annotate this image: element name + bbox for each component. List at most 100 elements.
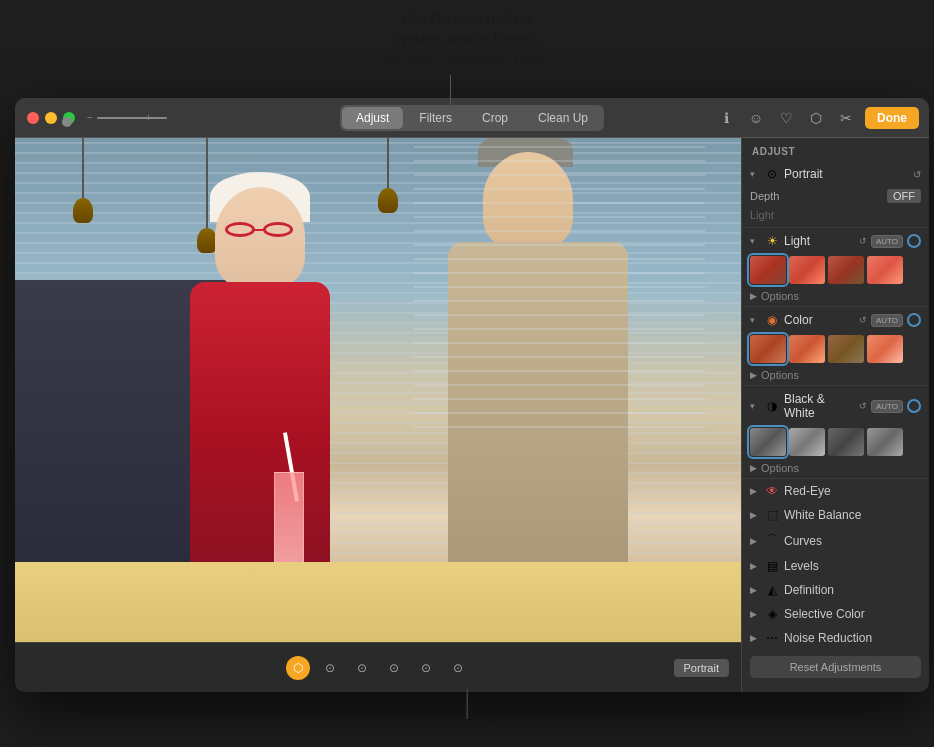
color-auto-badge[interactable]: AUTO xyxy=(871,314,903,327)
tool-2[interactable]: ⊙ xyxy=(350,656,374,680)
levels-item[interactable]: ▶ ▤ Levels xyxy=(742,554,929,578)
tooltip-text: Haz clic para realizarajustes, aplicar f… xyxy=(385,8,549,71)
curves-icon: ⌒ xyxy=(764,532,780,549)
tool-5[interactable]: ⊙ xyxy=(446,656,470,680)
bw-thumb-4[interactable] xyxy=(867,428,903,456)
light-options-label: Options xyxy=(761,290,799,302)
bw-controls: ↺ AUTO xyxy=(859,399,921,413)
reset-button[interactable]: Reset Adjustments xyxy=(750,656,921,678)
bw-title: Black & White xyxy=(784,392,855,420)
bw-thumb-2[interactable] xyxy=(789,428,825,456)
definition-item[interactable]: ▶ ◭ Definition xyxy=(742,578,929,602)
portrait-section-header[interactable]: ▾ ⊙ Portrait ↺ xyxy=(742,161,929,187)
light-reset-icon[interactable]: ↺ xyxy=(859,236,867,246)
bw-options-chevron-icon: ▶ xyxy=(750,463,757,473)
bw-options-row[interactable]: ▶ Options xyxy=(742,460,929,478)
light-title: Light xyxy=(784,234,855,248)
close-button[interactable] xyxy=(27,112,39,124)
tool-1[interactable]: ⊙ xyxy=(318,656,342,680)
portrait-section: ▾ ⊙ Portrait ↺ Depth OFF Light xyxy=(742,161,929,228)
lamp-3 xyxy=(378,138,398,213)
selective-color-item[interactable]: ▶ ◈ Selective Color xyxy=(742,602,929,626)
slider-thumb xyxy=(62,117,72,127)
definition-label: Definition xyxy=(784,583,921,597)
red-eye-item[interactable]: ▶ 👁 Red-Eye xyxy=(742,479,929,503)
light-thumb-2[interactable] xyxy=(789,256,825,284)
minimize-button[interactable] xyxy=(45,112,57,124)
slider-track xyxy=(97,117,167,119)
white-balance-item[interactable]: ▶ ⬚ White Balance xyxy=(742,503,929,527)
definition-chevron-icon: ▶ xyxy=(750,585,760,595)
light-auto-badge[interactable]: AUTO xyxy=(871,235,903,248)
woman-figure xyxy=(160,202,360,582)
portrait-reset-icon[interactable]: ↺ xyxy=(913,169,921,180)
window-blinds xyxy=(414,138,704,440)
light-thumb-4[interactable] xyxy=(867,256,903,284)
bw-thumb-1[interactable] xyxy=(750,428,786,456)
tool-3[interactable]: ⊙ xyxy=(382,656,406,680)
color-thumb-3[interactable] xyxy=(828,335,864,363)
light-section: ▾ ☀ Light ↺ AUTO xyxy=(742,228,929,307)
light-options-row[interactable]: ▶ Options xyxy=(742,288,929,306)
color-icon: ◉ xyxy=(764,313,780,327)
light-toggle[interactable] xyxy=(907,234,921,248)
portrait-title: Portrait xyxy=(784,167,909,181)
depth-value[interactable]: OFF xyxy=(887,189,921,203)
color-thumb-2[interactable] xyxy=(789,335,825,363)
portrait-light-label: Light xyxy=(742,207,929,227)
photo-container xyxy=(15,138,741,642)
curves-chevron-icon: ▶ xyxy=(750,536,760,546)
color-reset-icon[interactable]: ↺ xyxy=(859,315,867,325)
panel-header: ADJUST xyxy=(742,138,929,161)
levels-label: Levels xyxy=(784,559,921,573)
color-section: ▾ ◉ Color ↺ AUTO xyxy=(742,307,929,386)
table-surface xyxy=(15,562,741,642)
bw-section-header[interactable]: ▾ ◑ Black & White ↺ AUTO xyxy=(742,386,929,426)
noise-reduction-item[interactable]: ▶ ⋯ Noise Reduction xyxy=(742,626,929,650)
light-thumb-1[interactable] xyxy=(750,256,786,284)
light-section-header[interactable]: ▾ ☀ Light ↺ AUTO xyxy=(742,228,929,254)
light-controls: ↺ AUTO xyxy=(859,234,921,248)
light-chevron-icon: ▾ xyxy=(750,236,760,246)
content-area: ⬡ ⊙ ⊙ ⊙ ⊙ ⊙ Portrait ADJUST ▾ ⊙ Portrait xyxy=(15,138,929,692)
light-thumbnails xyxy=(742,254,929,288)
panel-content: ▾ ⊙ Portrait ↺ Depth OFF Light ▾ ☀ xyxy=(742,161,929,692)
depth-label: Depth xyxy=(750,190,887,202)
color-toggle[interactable] xyxy=(907,313,921,327)
color-chevron-icon: ▾ xyxy=(750,315,760,325)
depth-row: Depth OFF xyxy=(742,187,929,207)
callout-line xyxy=(467,689,468,719)
options-chevron-icon: ▶ xyxy=(750,291,757,301)
white-balance-chevron-icon: ▶ xyxy=(750,510,760,520)
bw-section: ▾ ◑ Black & White ↺ AUTO xyxy=(742,386,929,479)
main-window: − + Adjust Filters Crop Clean Up ℹ ☺ ♡ ⬡… xyxy=(15,98,929,692)
bw-toggle[interactable] xyxy=(907,399,921,413)
portrait-mode-button[interactable]: Portrait xyxy=(674,659,729,677)
curves-item[interactable]: ▶ ⌒ Curves xyxy=(742,527,929,554)
color-section-header[interactable]: ▾ ◉ Color ↺ AUTO xyxy=(742,307,929,333)
adjust-panel: ADJUST ▾ ⊙ Portrait ↺ Depth OFF Light xyxy=(741,138,929,692)
selective-color-chevron-icon: ▶ xyxy=(750,609,760,619)
bw-options-label: Options xyxy=(761,462,799,474)
red-eye-chevron-icon: ▶ xyxy=(750,486,760,496)
color-title: Color xyxy=(784,313,855,327)
bw-reset-icon[interactable]: ↺ xyxy=(859,401,867,411)
bw-auto-badge[interactable]: AUTO xyxy=(871,400,903,413)
bw-chevron-icon: ▾ xyxy=(750,401,760,411)
definition-icon: ◭ xyxy=(764,583,780,597)
zoom-slider[interactable]: − + xyxy=(87,112,152,123)
callout-text: Herramientas de ajuste xyxy=(395,723,540,739)
light-thumb-3[interactable] xyxy=(828,256,864,284)
color-options-row[interactable]: ▶ Options xyxy=(742,367,929,385)
bw-thumb-3[interactable] xyxy=(828,428,864,456)
tool-portrait[interactable]: ⬡ xyxy=(286,656,310,680)
color-thumb-1[interactable] xyxy=(750,335,786,363)
tool-4[interactable]: ⊙ xyxy=(414,656,438,680)
light-icon: ☀ xyxy=(764,234,780,248)
photo-toolbar: ⬡ ⊙ ⊙ ⊙ ⊙ ⊙ Portrait xyxy=(15,642,741,692)
noise-reduction-chevron-icon: ▶ xyxy=(750,633,760,643)
portrait-icon: ⊙ xyxy=(764,167,780,181)
color-thumb-4[interactable] xyxy=(867,335,903,363)
selective-color-icon: ◈ xyxy=(764,607,780,621)
color-options-label: Options xyxy=(761,369,799,381)
